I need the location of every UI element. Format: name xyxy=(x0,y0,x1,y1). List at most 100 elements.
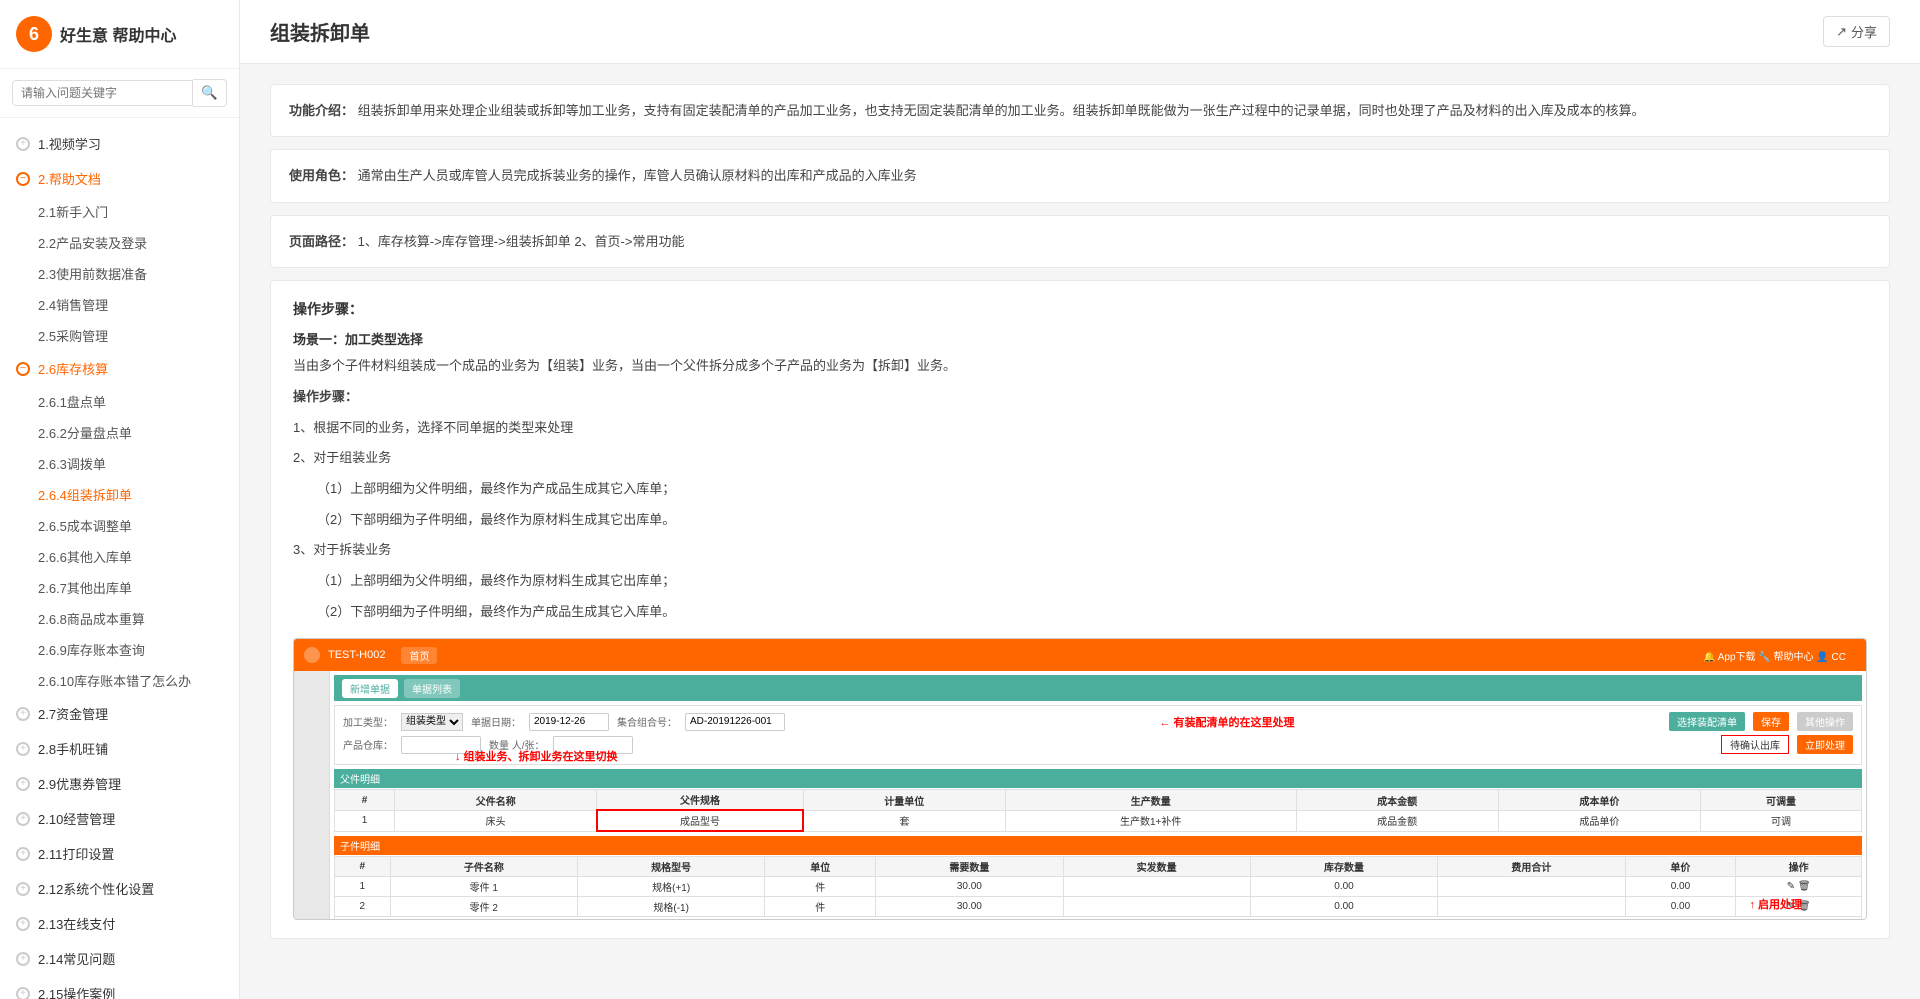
intro2-label: 使用角色： xyxy=(289,168,354,183)
screenshot-inner: TEST-H002 首页 🔔 App下载 🔧 帮助中心 👤 CC 新增单据 单 xyxy=(294,639,1866,919)
sidebar-item-2-9[interactable]: + 2.9优惠券管理 xyxy=(0,766,239,801)
sidebar-item-2-13[interactable]: + 2.13在线支付 xyxy=(0,906,239,941)
sidebar-item-2-8[interactable]: + 2.8手机旺铺 xyxy=(0,731,239,766)
sidebar: 6 好生意 帮助中心 🔍 + 1.视频学习 − 2.帮助文档 2.1新手入门 2… xyxy=(0,0,240,999)
mock-form-area: 加工类型： 组装类型 拆卸类型 单据日期： 集合组合号： ← xyxy=(334,705,1862,765)
sidebar-sub-2-6-2[interactable]: 2.6.2分量盘点单 xyxy=(0,417,239,448)
sidebar-item-label-2-12: 2.12系统个性化设置 xyxy=(38,879,154,898)
step2-1: （1）上部明细为父件明细，最终作为产成品生成其它入库单； xyxy=(293,477,1867,502)
mock-td2-unit2: 件 xyxy=(765,897,876,917)
sidebar-sub-2-6-1[interactable]: 2.6.1盘点单 xyxy=(0,386,239,417)
plus-icon-video: + xyxy=(16,137,30,151)
mock-td-uc1: 成品单价 xyxy=(1498,810,1700,831)
search-input[interactable] xyxy=(12,80,193,106)
sidebar-item-2-12[interactable]: + 2.12系统个性化设置 xyxy=(0,871,239,906)
plus-icon-2-8: + xyxy=(16,742,30,756)
mock-td2-spec1: 规格(+1) xyxy=(578,877,765,897)
sidebar-sub-2-4[interactable]: 2.4销售管理 xyxy=(0,289,239,320)
mock-td2-name2: 零件 2 xyxy=(390,897,577,917)
sidebar-sub-2-6-6[interactable]: 2.6.6其他入库单 xyxy=(0,541,239,572)
mock-btn-save[interactable]: 保存 xyxy=(1753,712,1789,731)
sidebar-logo: 6 好生意 帮助中心 xyxy=(0,0,239,69)
sidebar-item-2-10[interactable]: + 2.10经营管理 xyxy=(0,801,239,836)
mock-section-heading2: 子件明细 xyxy=(334,836,1862,855)
mock-test-id: TEST-H002 xyxy=(328,649,385,661)
plus-icon-2-15: + xyxy=(16,987,30,999)
step3-2: （2）下部明细为子件明细，最终作为产成品生成其它入库单。 xyxy=(293,600,1867,625)
sidebar-item-label-2-11: 2.11打印设置 xyxy=(38,844,114,863)
mock-input-billno[interactable] xyxy=(685,713,785,731)
step2: 2、对于组装业务 xyxy=(293,446,1867,471)
nav-items: + 1.视频学习 − 2.帮助文档 2.1新手入门 2.2产品安装及登录 2.3… xyxy=(0,118,239,999)
sidebar-item-2-14[interactable]: + 2.14常见问题 xyxy=(0,941,239,976)
sidebar-item-2-11[interactable]: + 2.11打印设置 xyxy=(0,836,239,871)
sidebar-item-2-6[interactable]: − 2.6库存核算 xyxy=(0,351,239,386)
mock-btn-choose[interactable]: 选择装配清单 xyxy=(1669,712,1745,731)
intro1-label: 功能介绍： xyxy=(289,103,354,118)
mock-th-name: 父件名称 xyxy=(395,790,597,811)
sidebar-item-label-2-13: 2.13在线支付 xyxy=(38,914,115,933)
share-button[interactable]: ↗ 分享 xyxy=(1823,16,1890,47)
mock-td2-n2: 2 xyxy=(335,897,391,917)
mock-td2-c1 xyxy=(1438,877,1625,897)
mock-annotation3: ↑ 启用处理 xyxy=(1749,896,1802,912)
sidebar-sub-2-6-9[interactable]: 2.6.9库存账本查询 xyxy=(0,634,239,665)
sidebar-item-docs[interactable]: − 2.帮助文档 xyxy=(0,161,239,196)
sidebar-sub-2-6-3[interactable]: 2.6.3调拨单 xyxy=(0,448,239,479)
mock-th2-name: 子件名称 xyxy=(390,857,577,877)
sidebar-item-2-15[interactable]: + 2.15操作案例 xyxy=(0,976,239,999)
mock-td2-up2: 0.00 xyxy=(1625,897,1736,917)
mock-logo xyxy=(304,647,320,663)
mock-th-num: # xyxy=(335,790,395,811)
intro-box-1: 功能介绍： 组装拆卸单用来处理企业组装或拆卸等加工业务，支持有固定装配清单的产品… xyxy=(270,84,1890,137)
mock-td2-aq2 xyxy=(1063,897,1250,917)
sidebar-sub-2-6-8[interactable]: 2.6.8商品成本重算 xyxy=(0,603,239,634)
plus-icon-2-10: + xyxy=(16,812,30,826)
sidebar-sub-2-6-7[interactable]: 2.6.7其他出库单 xyxy=(0,572,239,603)
mock-td-cost1: 成品金额 xyxy=(1296,810,1498,831)
sidebar-sub-2-3[interactable]: 2.3使用前数据准备 xyxy=(0,258,239,289)
page-title: 组装拆卸单 xyxy=(270,17,370,46)
mock-input-date[interactable] xyxy=(529,713,609,731)
mock-td-n1: 1 xyxy=(335,810,395,831)
intro-box-3: 页面路径： 1、库存核算->库存管理->组装拆卸单 2、首页->常用功能 xyxy=(270,215,1890,268)
mock-td2-sq1: 0.00 xyxy=(1250,877,1437,897)
mock-finalize-btn[interactable]: 待确认出库 xyxy=(1721,735,1789,754)
mock-app-bar: TEST-H002 首页 🔔 App下载 🔧 帮助中心 👤 CC xyxy=(294,639,1866,671)
sidebar-sub-2-1[interactable]: 2.1新手入门 xyxy=(0,196,239,227)
sidebar-item-label-2-6: 2.6库存核算 xyxy=(38,359,108,378)
sidebar-item-label-2-15: 2.15操作案例 xyxy=(38,984,115,999)
mock-td-unit1: 套 xyxy=(803,810,1005,831)
mock-th2-actualqty: 实发数量 xyxy=(1063,857,1250,877)
search-button[interactable]: 🔍 xyxy=(193,79,227,107)
plus-icon-2-11: + xyxy=(16,847,30,861)
sidebar-sub-2-2[interactable]: 2.2产品安装及登录 xyxy=(0,227,239,258)
mock-main-content: 新增单据 单据列表 加工类型： 组装类型 拆卸类型 xyxy=(330,671,1866,919)
steps-section: 操作步骤： 场景一：加工类型选择 当由多个子件材料组装成一个成品的业务为【组装】… xyxy=(270,280,1890,939)
mock-select-type[interactable]: 组装类型 拆卸类型 xyxy=(401,713,463,731)
ops-title2: 操作步骤： xyxy=(293,385,1867,410)
mock-form-row1: 加工类型： 组装类型 拆卸类型 单据日期： 集合组合号： ← xyxy=(343,712,1853,731)
plus-icon-2-7: + xyxy=(16,707,30,721)
plus-icon-2-9: + xyxy=(16,777,30,791)
mock-btn-other[interactable]: 其他操作 xyxy=(1797,712,1853,731)
step1: 1、根据不同的业务，选择不同单据的类型来处理 xyxy=(293,416,1867,441)
sidebar-sub-2-6-5[interactable]: 2.6.5成本调整单 xyxy=(0,510,239,541)
plus-icon-2-13: + xyxy=(16,917,30,931)
mock-label-type: 加工类型： xyxy=(343,714,393,729)
plus-icon-2-12: + xyxy=(16,882,30,896)
mock-th-cost: 成本金额 xyxy=(1296,790,1498,811)
mock-btn-confirm[interactable]: 立即处理 xyxy=(1797,735,1853,754)
sidebar-item-label-2-10: 2.10经营管理 xyxy=(38,809,115,828)
intro-box-2: 使用角色： 通常由生产人员或库管人员完成拆装业务的操作，库管人员确认原材料的出库… xyxy=(270,149,1890,202)
sidebar-sub-2-5[interactable]: 2.5采购管理 xyxy=(0,320,239,351)
mock-bottom-area: 子件明细 # 子件名称 规格型号 单位 需要数量 xyxy=(334,836,1862,919)
mock-th2-actions: 操作 xyxy=(1736,857,1862,877)
mock-td2-empty3 xyxy=(335,917,1862,920)
sidebar-item-label-2-8: 2.8手机旺铺 xyxy=(38,739,108,758)
sidebar-item-2-7[interactable]: + 2.7资金管理 xyxy=(0,696,239,731)
sidebar-item-video[interactable]: + 1.视频学习 xyxy=(0,126,239,161)
scene1-title: 场景一：加工类型选择 xyxy=(293,329,1867,348)
sidebar-sub-2-6-10[interactable]: 2.6.10库存账本错了怎么办 xyxy=(0,665,239,696)
sidebar-sub-2-6-4[interactable]: 2.6.4组装拆卸单 xyxy=(0,479,239,510)
